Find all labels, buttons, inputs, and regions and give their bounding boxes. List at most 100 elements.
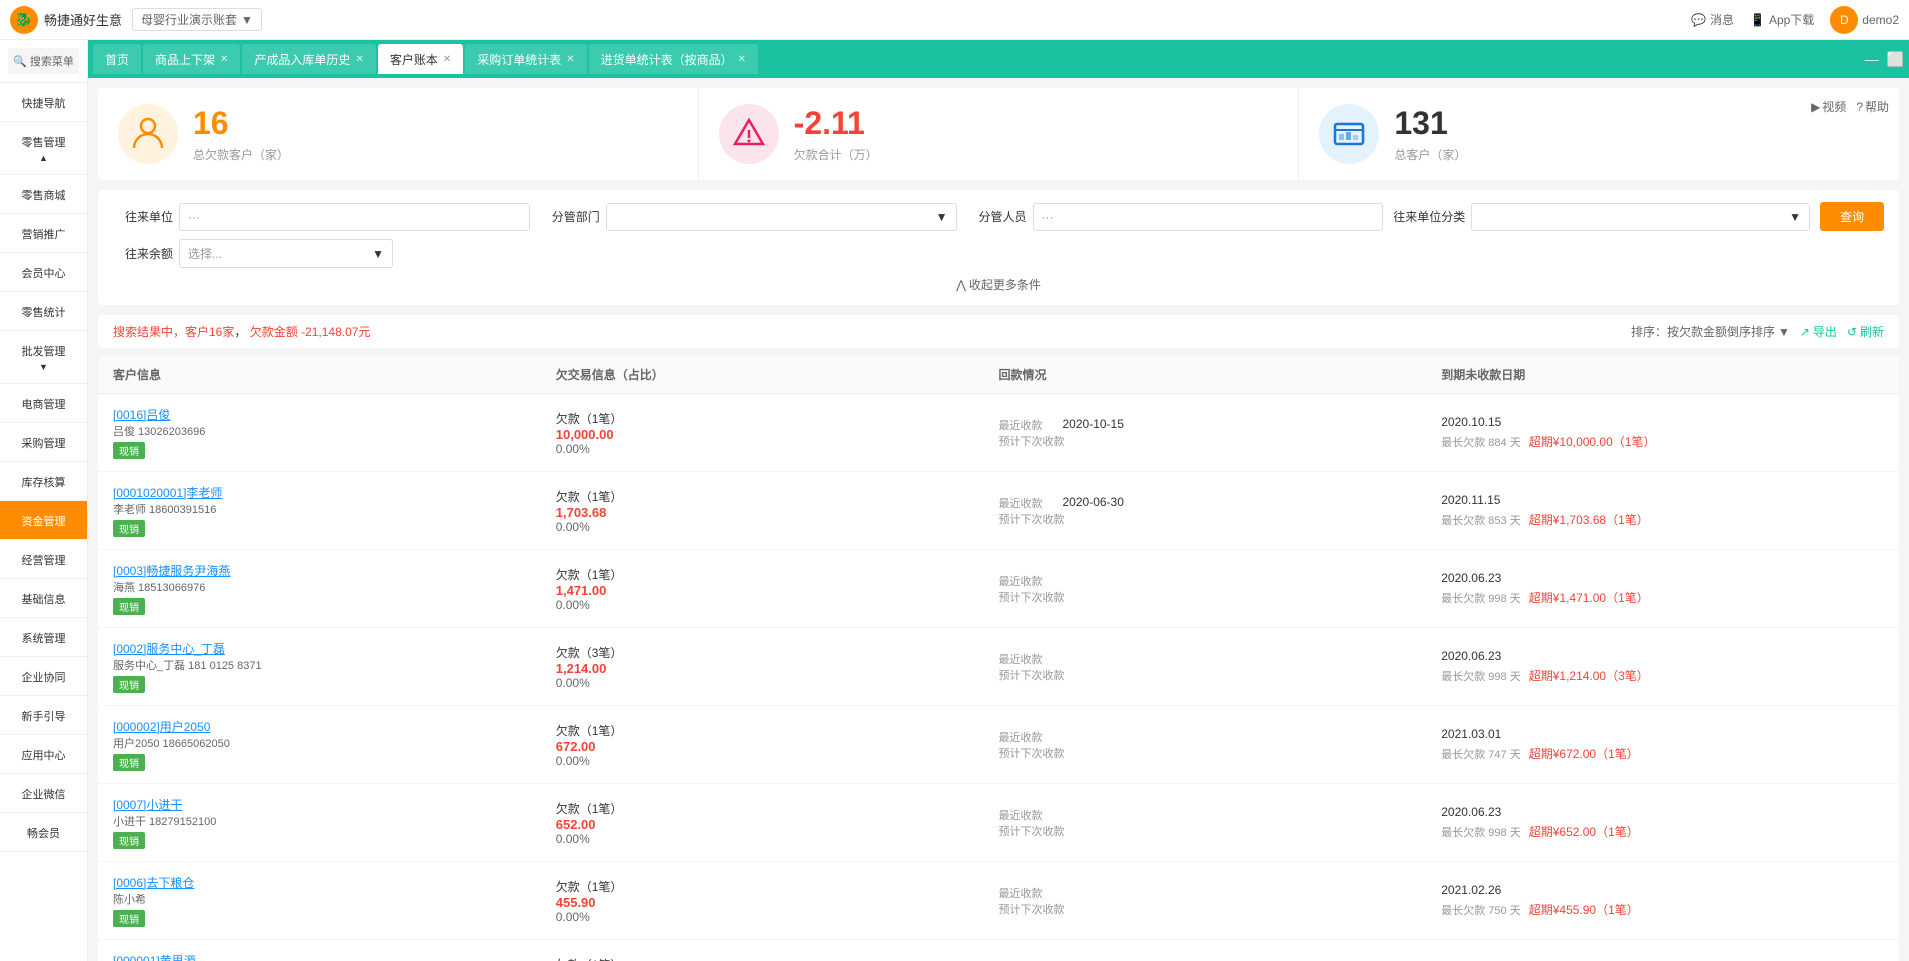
overdue-link-1[interactable]: 超期¥1,703.68（1笔） xyxy=(1529,511,1649,528)
close-tab-purchase[interactable]: ✕ xyxy=(566,54,574,65)
stat-number-total: 131 xyxy=(1394,105,1466,142)
sidebar-item-finance[interactable]: 资金管理 xyxy=(0,501,87,540)
tab-purchase-stats[interactable]: 采购订单统计表 ✕ xyxy=(465,44,586,74)
tab-purchase-by-product[interactable]: 进货单统计表（按商品） ✕ xyxy=(589,44,758,74)
filter-row-2: 往来余额 选择... ▼ xyxy=(113,239,1884,268)
tab-customer-account[interactable]: 客户账本 ✕ xyxy=(378,44,463,74)
tab-home[interactable]: 首页 xyxy=(93,44,141,74)
customer-info-5: [0007]小进干 小进干 18279152100 现销 xyxy=(113,796,556,849)
user-profile[interactable]: D demo2 xyxy=(1830,6,1899,34)
sidebar-item-retail-stats[interactable]: 零售统计 xyxy=(0,292,87,331)
customer-tag-2: 现销 xyxy=(113,598,145,615)
customer-phone-3: 服务中心_丁磊 181 0125 8371 xyxy=(113,657,556,673)
export-button[interactable]: ↗ 导出 xyxy=(1800,323,1837,340)
debt-count-2: 欠款（1笔） xyxy=(556,566,999,583)
store-selector[interactable]: 母婴行业演示账套 ▼ xyxy=(132,8,262,31)
sidebar-item-wholesale-mgmt[interactable]: 批发管理 ▼ xyxy=(0,331,87,384)
sidebar-item-quick-nav[interactable]: 快捷导航 xyxy=(0,83,87,122)
overdue-link-0[interactable]: 超期¥10,000.00（1笔） xyxy=(1529,433,1656,450)
help-button[interactable]: ? 帮助 xyxy=(1856,98,1889,115)
stat-label-debt: 欠款合计（万） xyxy=(794,146,878,163)
debt-info-5: 欠款（1笔） 652.00 0.00% xyxy=(556,800,999,846)
customer-link-2[interactable]: [0003]畅捷服务尹海燕 xyxy=(113,564,230,578)
debt-info-2: 欠款（1笔） 1,471.00 0.00% xyxy=(556,566,999,612)
sidebar-item-ecommerce[interactable]: 电商管理 xyxy=(0,384,87,423)
message-button[interactable]: 💬 消息 xyxy=(1691,11,1734,28)
filter-item-dept: 分管部门 ▼ xyxy=(540,203,957,231)
sidebar-item-marketing[interactable]: 营销推广 xyxy=(0,214,87,253)
minimize-icon[interactable]: — xyxy=(1865,51,1879,68)
stat-card-customers: 16 总欠款客户（家） xyxy=(98,88,699,180)
search-icon: 🔍 xyxy=(13,55,27,68)
search-menu-button[interactable]: 🔍 搜索菜单 xyxy=(8,48,79,74)
stat-number-customers: 16 xyxy=(193,105,289,142)
logo-area: 🐉 畅捷通好生意 xyxy=(10,6,122,34)
customer-link-7[interactable]: [000001]黄思源 xyxy=(113,954,196,961)
overdue-link-6[interactable]: 超期¥455.90（1笔） xyxy=(1529,901,1639,918)
due-info-5: 2020.06.23 最长欠款 998 天 超期¥652.00（1笔） xyxy=(1441,805,1884,840)
customer-phone-4: 用户2050 18665062050 xyxy=(113,735,556,751)
sidebar-item-retail-store[interactable]: 零售商城 xyxy=(0,175,87,214)
customer-info-6: [0006]去下粮仓 陈小希 现销 xyxy=(113,874,556,927)
overdue-link-3[interactable]: 超期¥1,214.00（3笔） xyxy=(1529,667,1649,684)
sidebar-item-inventory[interactable]: 库存核算 xyxy=(0,462,87,501)
category-filter-select[interactable]: ▼ xyxy=(1471,203,1810,231)
customer-info-7: [000001]黄思源 黄思源 13552700226 现销 xyxy=(113,952,556,961)
customer-tag-4: 现销 xyxy=(113,754,145,771)
debt-info-1: 欠款（1笔） 1,703.68 0.00% xyxy=(556,488,999,534)
customer-link-5[interactable]: [0007]小进干 xyxy=(113,798,182,812)
customer-link-1[interactable]: [0001020001]李老师 xyxy=(113,486,222,500)
due-info-0: 2020.10.15 最长欠款 884 天 超期¥10,000.00（1笔） xyxy=(1441,415,1884,450)
debt-count-4: 欠款（1笔） xyxy=(556,722,999,739)
sort-selector[interactable]: 排序：按欠款金额倒序排序 ▼ xyxy=(1631,323,1790,340)
avatar: D xyxy=(1830,6,1858,34)
sidebar-item-retail-mgmt[interactable]: 零售管理 ▲ xyxy=(0,122,87,175)
sidebar-item-enterprise-collab[interactable]: 企业协同 xyxy=(0,657,87,696)
results-bar: 搜索结果中，客户16家， 欠款金额 -21,148.07元 排序：按欠款金额倒序… xyxy=(98,315,1899,348)
collection-info-5: 最近收款 预计下次收款 xyxy=(999,807,1442,839)
tab-product-listing[interactable]: 商品上下架 ✕ xyxy=(143,44,240,74)
close-tab-purchase-product[interactable]: ✕ xyxy=(738,54,746,65)
sidebar-item-operations[interactable]: 经营管理 xyxy=(0,540,87,579)
close-tab-inventory[interactable]: ✕ xyxy=(355,54,363,65)
close-tab-product-listing[interactable]: ✕ xyxy=(220,54,228,65)
sidebar-item-system[interactable]: 系统管理 xyxy=(0,618,87,657)
maximize-icon[interactable]: ⬜ xyxy=(1887,51,1904,68)
debt-info-3: 欠款（3笔） 1,214.00 0.00% xyxy=(556,644,999,690)
query-button[interactable]: 查询 xyxy=(1820,202,1884,231)
sidebar-item-purchase[interactable]: 采购管理 xyxy=(0,423,87,462)
sidebar-item-chang-member[interactable]: 畅会员 xyxy=(0,813,87,852)
sidebar-item-basic-info[interactable]: 基础信息 xyxy=(0,579,87,618)
person-filter-input[interactable]: ··· xyxy=(1033,203,1384,231)
close-tab-customer-account[interactable]: ✕ xyxy=(443,54,451,65)
customer-link-0[interactable]: [0016]吕俊 xyxy=(113,408,170,422)
unit-filter-input[interactable]: ··· xyxy=(179,203,530,231)
dept-filter-select[interactable]: ▼ xyxy=(606,203,957,231)
balance-filter-select[interactable]: 选择... ▼ xyxy=(179,239,393,268)
customer-link-4[interactable]: [000002]用户2050 xyxy=(113,720,210,734)
sidebar-item-beginner-guide[interactable]: 新手引导 xyxy=(0,696,87,735)
debt-amount-2: 1,471.00 xyxy=(556,583,999,598)
sidebar-item-app-center[interactable]: 应用中心 xyxy=(0,735,87,774)
filter-item-unit: 往来单位 ··· xyxy=(113,203,530,231)
tab-inventory-history[interactable]: 产成品入库单历史 ✕ xyxy=(242,44,375,74)
sidebar-item-enterprise-wechat[interactable]: 企业微信 xyxy=(0,774,87,813)
overdue-link-4[interactable]: 超期¥672.00（1笔） xyxy=(1529,745,1639,762)
collapse-button[interactable]: ⋀ 收起更多条件 xyxy=(113,276,1884,293)
chevron-icon-2: ▼ xyxy=(39,362,48,372)
overdue-link-2[interactable]: 超期¥1,471.00（1笔） xyxy=(1529,589,1649,606)
table-container: 客户信息 欠交易信息（占比） 回款情况 到期未收款日期 [0016]吕俊 吕俊 … xyxy=(98,356,1899,961)
overdue-link-5[interactable]: 超期¥652.00（1笔） xyxy=(1529,823,1639,840)
debt-count-0: 欠款（1笔） xyxy=(556,410,999,427)
debt-percent-6: 0.00% xyxy=(556,910,999,924)
header-due-date: 到期未收款日期 xyxy=(1441,366,1884,383)
filter-area: 往来单位 ··· 分管部门 ▼ 分管人员 xyxy=(98,190,1899,305)
customer-phone-5: 小进干 18279152100 xyxy=(113,813,556,829)
refresh-button[interactable]: ↺ 刷新 xyxy=(1847,323,1884,340)
customer-link-6[interactable]: [0006]去下粮仓 xyxy=(113,876,194,890)
app-download-button[interactable]: 📱 App下载 xyxy=(1750,11,1814,28)
sidebar-item-member[interactable]: 会员中心 xyxy=(0,253,87,292)
video-button[interactable]: ▶ 视频 xyxy=(1811,98,1846,115)
main-layout: 🔍 搜索菜单 快捷导航 零售管理 ▲ 零售商城 营销推广 会员中心 零售统计 批… xyxy=(0,40,1909,961)
customer-link-3[interactable]: [0002]服务中心_丁磊 xyxy=(113,642,225,656)
